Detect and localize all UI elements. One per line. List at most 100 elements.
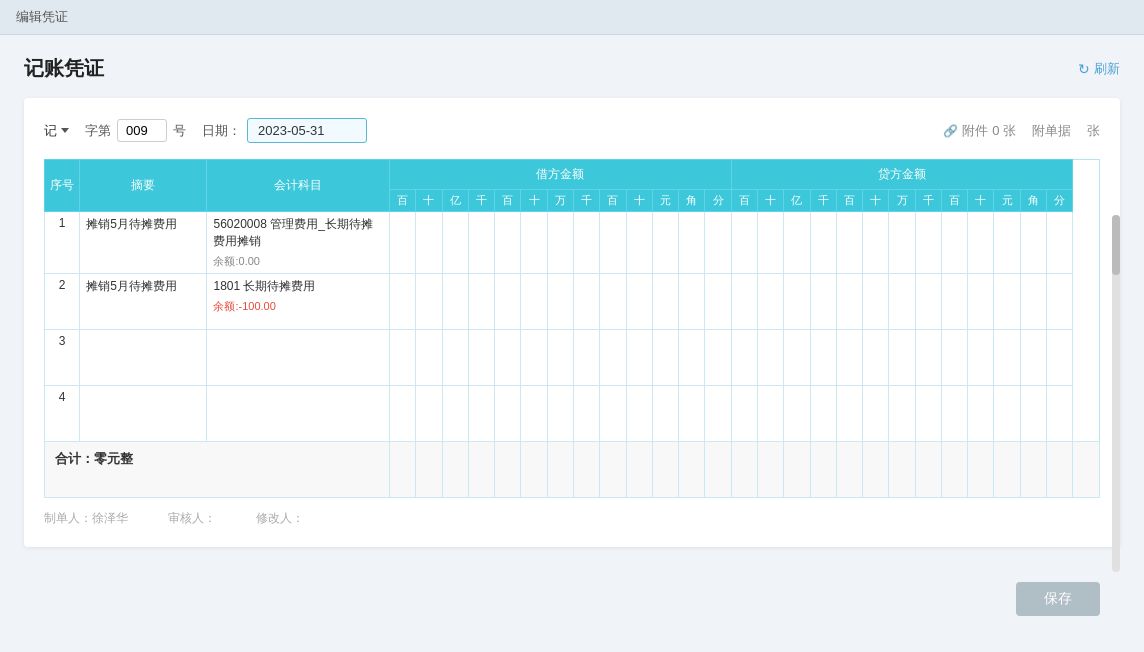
row2-account[interactable]: 1801 长期待摊费用 余额:-100.00	[207, 274, 390, 330]
row2-debit-7[interactable]	[547, 274, 573, 330]
credit-wan: 万	[889, 190, 915, 212]
row1-debit-13[interactable]	[705, 212, 731, 274]
row1-debit-3[interactable]	[442, 212, 468, 274]
row1-credit-10[interactable]	[968, 212, 994, 274]
row1-credit-5[interactable]	[836, 212, 862, 274]
voucher-type-button[interactable]: 记	[44, 122, 69, 140]
row2-credit-13[interactable]	[1047, 274, 1073, 330]
row2-balance: 余额:-100.00	[213, 299, 383, 314]
row4-account[interactable]	[207, 386, 390, 442]
header-account: 会计科目	[207, 160, 390, 212]
window-title: 编辑凭证	[16, 9, 68, 24]
debit-bai-wan: 百	[495, 190, 521, 212]
row2-debit-10[interactable]	[626, 274, 652, 330]
row2-credit-9[interactable]	[941, 274, 967, 330]
row1-account-code: 56020008 管理费用_长期待摊费用摊销	[213, 216, 383, 250]
row1-credit-7[interactable]	[889, 212, 915, 274]
row1-credit-13[interactable]	[1047, 212, 1073, 274]
date-label: 日期：	[202, 122, 241, 140]
row4-seq: 4	[45, 386, 80, 442]
zhang-label: 张	[1087, 122, 1100, 140]
header-credit: 贷方金额	[731, 160, 1073, 190]
row2-debit-9[interactable]	[600, 274, 626, 330]
table-row: 2 摊销5月待摊费用 1801 长期待摊费用 余额:-100.00	[45, 274, 1100, 330]
debit-bai-yi: 百	[390, 190, 416, 212]
row2-debit-12[interactable]	[679, 274, 705, 330]
row1-credit-9[interactable]	[941, 212, 967, 274]
row1-credit-2[interactable]	[757, 212, 783, 274]
credit-qian: 千	[915, 190, 941, 212]
row3-account[interactable]	[207, 330, 390, 386]
credit-shi-wan: 十	[863, 190, 889, 212]
row1-credit-11[interactable]	[994, 212, 1020, 274]
attachment-link[interactable]: 🔗 附件 0 张	[943, 122, 1016, 140]
save-button[interactable]: 保存	[1016, 582, 1100, 616]
row1-debit-7[interactable]	[547, 212, 573, 274]
debit-qian: 千	[573, 190, 599, 212]
row1-debit-2[interactable]	[416, 212, 442, 274]
row1-debit-9[interactable]	[600, 212, 626, 274]
scrollbar-thumb[interactable]	[1112, 215, 1120, 275]
row2-debit-3[interactable]	[442, 274, 468, 330]
row1-account[interactable]: 56020008 管理费用_长期待摊费用摊销 余额:0.00	[207, 212, 390, 274]
row1-debit-11[interactable]	[652, 212, 678, 274]
row2-debit-1[interactable]	[390, 274, 416, 330]
row1-debit-1[interactable]	[390, 212, 416, 274]
window: 编辑凭证 记账凭证 ↻ 刷新 记 字第 号	[0, 0, 1144, 652]
row1-balance: 余额:0.00	[213, 254, 383, 269]
row2-credit-10[interactable]	[968, 274, 994, 330]
row2-debit-8[interactable]	[573, 274, 599, 330]
row1-debit-10[interactable]	[626, 212, 652, 274]
credit-jiao: 角	[1020, 190, 1046, 212]
credit-shi: 十	[968, 190, 994, 212]
row2-debit-4[interactable]	[468, 274, 494, 330]
row3-summary[interactable]	[80, 330, 207, 386]
row2-credit-6[interactable]	[863, 274, 889, 330]
debit-yuan: 元	[652, 190, 678, 212]
row1-debit-4[interactable]	[468, 212, 494, 274]
refresh-button[interactable]: ↻ 刷新	[1078, 60, 1120, 78]
row2-credit-7[interactable]	[889, 274, 915, 330]
voucher-type-group: 记	[44, 122, 69, 140]
row2-debit-6[interactable]	[521, 274, 547, 330]
date-input[interactable]	[247, 118, 367, 143]
row2-summary[interactable]: 摊销5月待摊费用	[80, 274, 207, 330]
debit-shi-yi: 十	[416, 190, 442, 212]
row2-debit-13[interactable]	[705, 274, 731, 330]
row2-debit-11[interactable]	[652, 274, 678, 330]
row1-credit-4[interactable]	[810, 212, 836, 274]
zi-input[interactable]	[117, 119, 167, 142]
row1-credit-8[interactable]	[915, 212, 941, 274]
voucher-card: 记 字第 号 日期： 🔗 附件 0 张	[24, 98, 1120, 547]
total-label: 合计：零元整	[45, 442, 390, 498]
row1-debit-5[interactable]	[495, 212, 521, 274]
row1-debit-6[interactable]	[521, 212, 547, 274]
row2-credit-4[interactable]	[810, 274, 836, 330]
reviewer-label: 审核人：	[168, 511, 216, 525]
row1-debit-12[interactable]	[679, 212, 705, 274]
row1-credit-6[interactable]	[863, 212, 889, 274]
row2-debit-2[interactable]	[416, 274, 442, 330]
fudanju-label: 附单据	[1032, 122, 1071, 140]
row2-credit-2[interactable]	[757, 274, 783, 330]
row1-credit-3[interactable]	[784, 212, 810, 274]
credit-yuan: 元	[994, 190, 1020, 212]
header-seq: 序号	[45, 160, 80, 212]
modifier-label: 修改人：	[256, 511, 304, 525]
row1-summary[interactable]: 摊销5月待摊费用	[80, 212, 207, 274]
row2-credit-11[interactable]	[994, 274, 1020, 330]
row2-debit-5[interactable]	[495, 274, 521, 330]
debit-yi: 亿	[442, 190, 468, 212]
row2-credit-12[interactable]	[1020, 274, 1046, 330]
row2-credit-1[interactable]	[731, 274, 757, 330]
row2-credit-8[interactable]	[915, 274, 941, 330]
row4-summary[interactable]	[80, 386, 207, 442]
zi-label: 字第	[85, 122, 111, 140]
row1-debit-8[interactable]	[573, 212, 599, 274]
row1-credit-12[interactable]	[1020, 212, 1046, 274]
reviewer-info: 审核人：	[168, 510, 216, 527]
row1-credit-1[interactable]	[731, 212, 757, 274]
debit-fen: 分	[705, 190, 731, 212]
row2-credit-3[interactable]	[784, 274, 810, 330]
row2-credit-5[interactable]	[836, 274, 862, 330]
